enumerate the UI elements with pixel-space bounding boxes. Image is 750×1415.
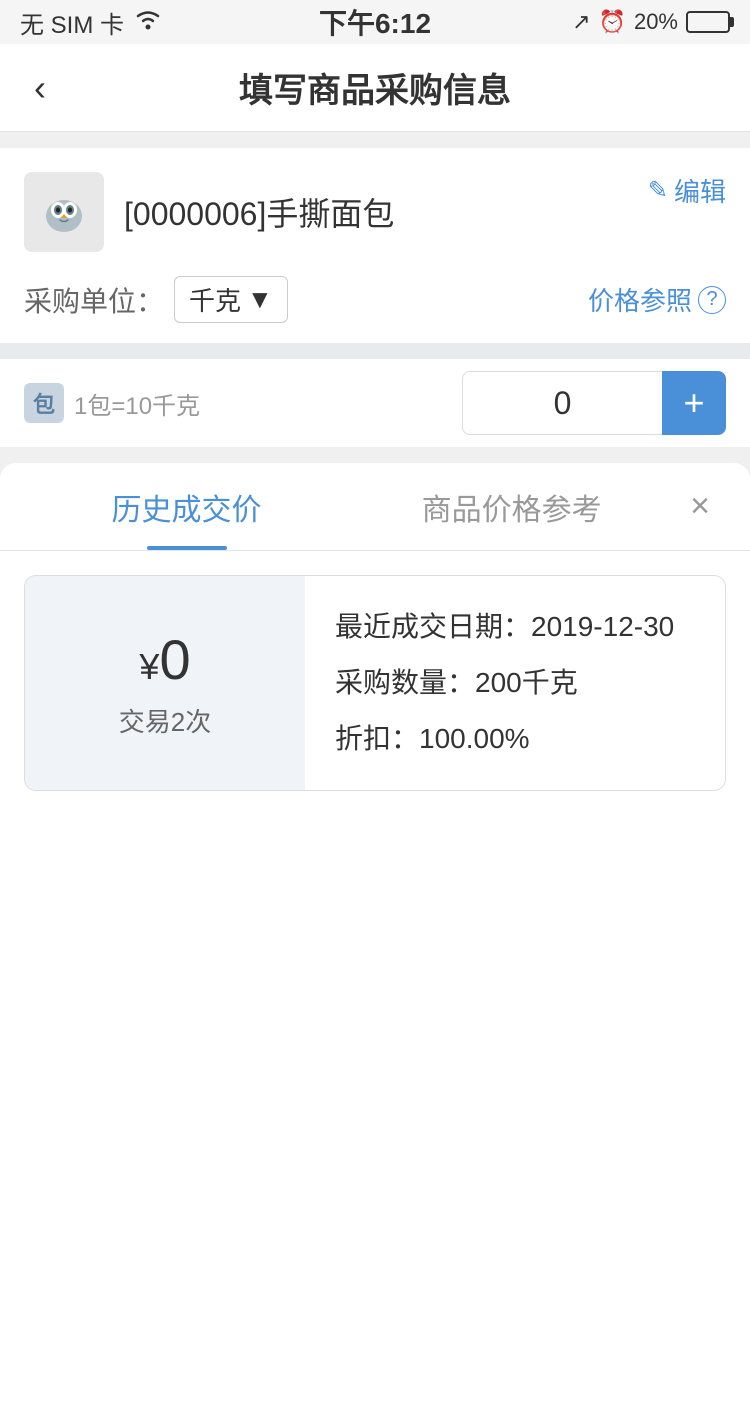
price-card-right: 最近成交日期：2019-12-30 采购数量：200千克 折扣：100.00% bbox=[305, 576, 725, 790]
quantity-input-group: + bbox=[462, 371, 726, 435]
help-icon: ? bbox=[698, 286, 726, 314]
alarm-icon: ⏰ bbox=[599, 9, 626, 35]
recent-date-label: 最近成交日期： bbox=[335, 611, 531, 642]
edit-icon: ✎ bbox=[648, 176, 668, 205]
trade-count: 交易2次 bbox=[119, 702, 211, 739]
product-thumbnail bbox=[24, 172, 104, 252]
battery-icon bbox=[686, 11, 730, 33]
quantity-plus-button[interactable]: + bbox=[662, 371, 726, 435]
wifi-icon bbox=[134, 8, 162, 37]
status-left: 无 SIM 卡 bbox=[20, 5, 162, 40]
product-left: [0000006]手撕面包 bbox=[24, 172, 394, 252]
quantity-sublabel: 1包=10千克 bbox=[74, 386, 200, 421]
quantity-label: 包 1包=10千克 bbox=[24, 383, 200, 423]
discount-value: 100.00% bbox=[419, 723, 530, 754]
package-icon: 包 bbox=[24, 383, 64, 423]
section-divider bbox=[0, 343, 750, 359]
nav-bar: ‹ 填写商品采购信息 bbox=[0, 44, 750, 132]
product-name: [0000006]手撕面包 bbox=[124, 189, 394, 235]
tab-history-price-label: 历史成交价 bbox=[112, 485, 262, 529]
discount-label: 折扣： bbox=[335, 723, 419, 754]
edit-button[interactable]: ✎ 编辑 bbox=[648, 172, 726, 209]
tab-section: 历史成交价 商品价格参考 × ¥0 交易2次 最近成交日期：2019-12-30… bbox=[0, 463, 750, 815]
unit-value: 千克 bbox=[189, 281, 241, 318]
status-bar: 无 SIM 卡 下午6:12 ↗ ⏰ 20% bbox=[0, 0, 750, 44]
tab-history-price[interactable]: 历史成交价 bbox=[24, 463, 349, 550]
discount-row: 折扣：100.00% bbox=[335, 718, 695, 760]
tab-close-button[interactable]: × bbox=[674, 477, 726, 536]
currency-symbol: ¥ bbox=[139, 646, 159, 687]
tab-price-ref-label: 商品价格参考 bbox=[422, 485, 602, 529]
price-ref-label: 价格参照 bbox=[588, 281, 692, 318]
product-section: [0000006]手撕面包 ✎ 编辑 采购单位： 千克 ▼ 价格参照 ? bbox=[0, 148, 750, 343]
back-button[interactable]: ‹ bbox=[24, 57, 56, 119]
quantity-input[interactable] bbox=[462, 371, 662, 435]
product-unit-row: 采购单位： 千克 ▼ 价格参照 ? bbox=[24, 276, 726, 323]
purchase-qty-value: 200千克 bbox=[475, 667, 578, 698]
dropdown-arrow-icon: ▼ bbox=[247, 284, 273, 315]
unit-dropdown[interactable]: 千克 ▼ bbox=[174, 276, 288, 323]
purchase-qty-label: 采购数量： bbox=[335, 667, 475, 698]
price-card-container: ¥0 交易2次 最近成交日期：2019-12-30 采购数量：200千克 折扣：… bbox=[0, 551, 750, 815]
status-right: ↗ ⏰ 20% bbox=[572, 9, 730, 35]
tab-bar: 历史成交价 商品价格参考 × bbox=[0, 463, 750, 551]
product-header: [0000006]手撕面包 ✎ 编辑 bbox=[24, 172, 726, 252]
carrier-text: 无 SIM 卡 bbox=[20, 5, 124, 40]
unit-label: 采购单位： bbox=[24, 280, 164, 320]
price-card: ¥0 交易2次 最近成交日期：2019-12-30 采购数量：200千克 折扣：… bbox=[24, 575, 726, 791]
recent-date-value: 2019-12-30 bbox=[531, 611, 674, 642]
price-amount: 0 bbox=[159, 628, 190, 691]
price-ref-button[interactable]: 价格参照 ? bbox=[588, 281, 726, 318]
page-title: 填写商品采购信息 bbox=[239, 63, 511, 112]
quantity-row: 包 1包=10千克 + bbox=[0, 359, 750, 447]
location-icon: ↗ bbox=[572, 9, 590, 35]
tab-price-ref[interactable]: 商品价格参考 bbox=[349, 463, 674, 550]
price-card-left: ¥0 交易2次 bbox=[25, 576, 305, 790]
recent-date-row: 最近成交日期：2019-12-30 bbox=[335, 606, 695, 648]
edit-label: 编辑 bbox=[674, 172, 726, 209]
bottom-area bbox=[0, 815, 750, 1415]
status-time: 下午6:12 bbox=[319, 2, 431, 42]
battery-pct: 20% bbox=[634, 9, 678, 35]
purchase-qty-row: 采购数量：200千克 bbox=[335, 662, 695, 704]
price-display: ¥0 bbox=[139, 627, 190, 692]
